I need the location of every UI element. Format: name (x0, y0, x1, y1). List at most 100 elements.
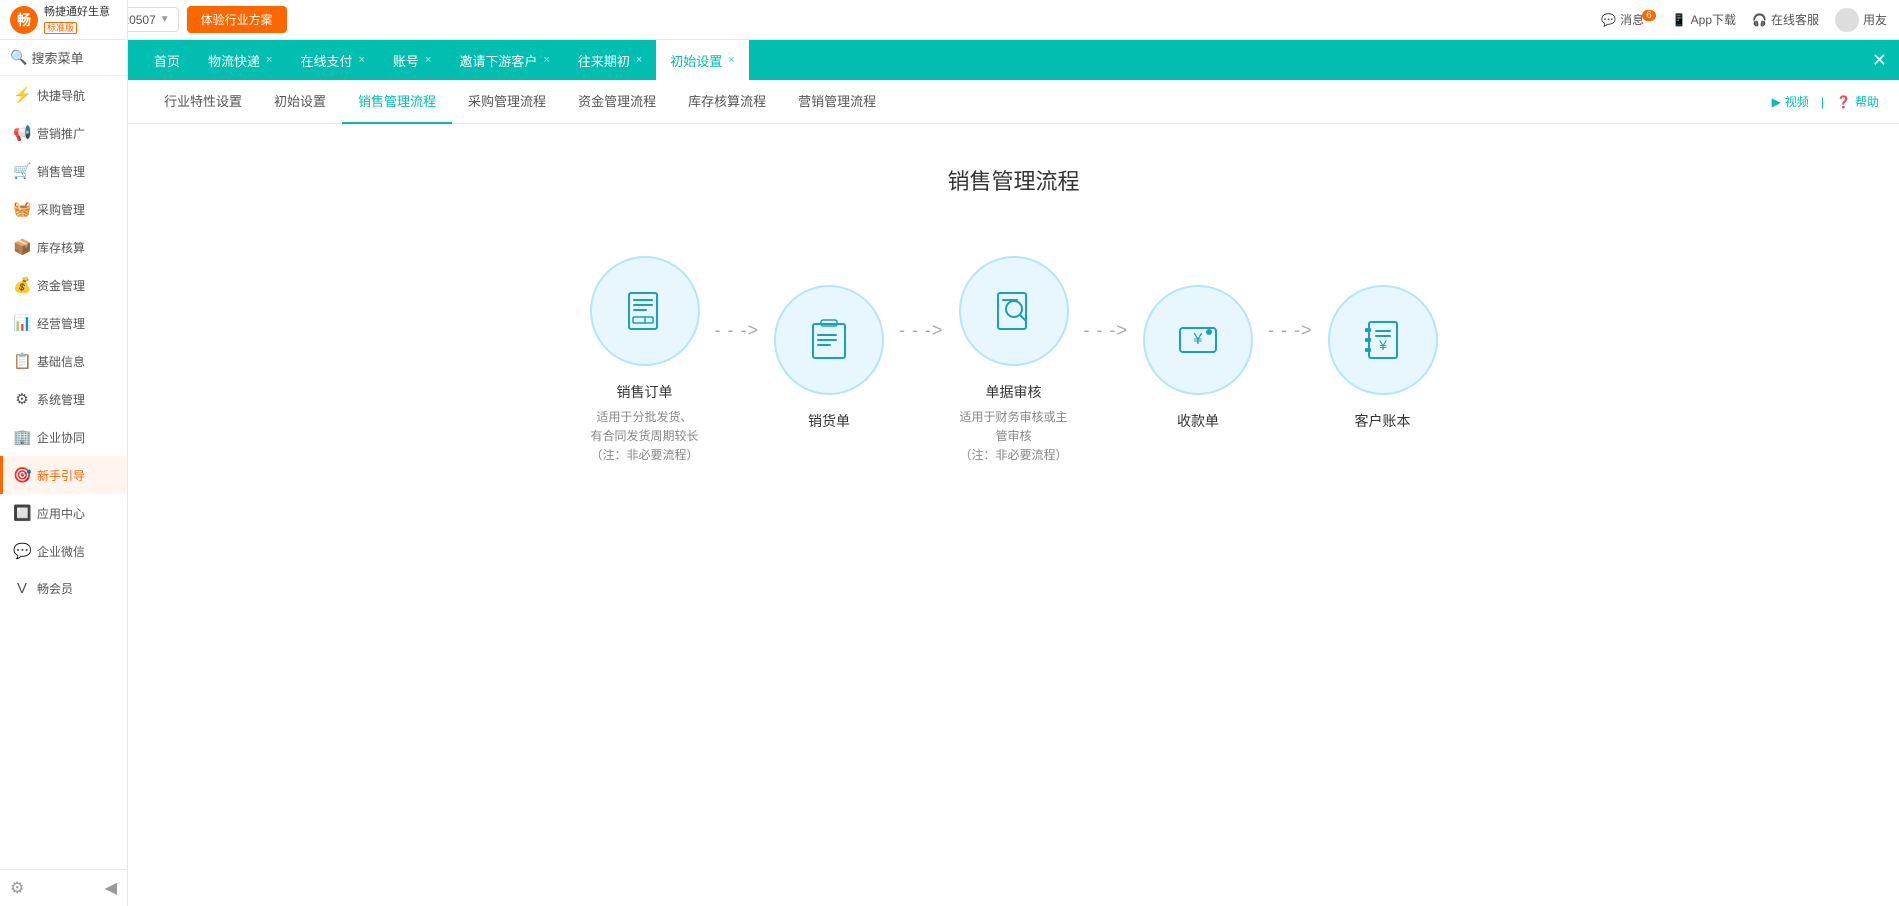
sidebar-label-xitong: 系统管理 (37, 391, 85, 408)
nav-tab-close[interactable]: × (636, 54, 642, 66)
nav-tab-close[interactable]: × (543, 54, 549, 66)
close-all-tabs[interactable]: ✕ (1872, 50, 1887, 71)
app-icon: 📱 (1672, 13, 1687, 27)
service-item[interactable]: 🎧 在线客服 (1752, 11, 1819, 28)
divider: | (1821, 95, 1824, 109)
sidebar-label-weixin: 企业微信 (37, 543, 85, 560)
sidebar-label-huiyuan: 畅会员 (37, 580, 73, 597)
search-icon: 🔍 (10, 49, 27, 66)
app-label: App下载 (1691, 11, 1736, 28)
sidebar-icon-yingxiao: 📢 (13, 124, 31, 142)
message-icon: 💬 (1601, 13, 1616, 27)
help-item[interactable]: ❓ 帮助 (1836, 93, 1879, 110)
sidebar-item-xitong[interactable]: ⚙ 系统管理 (0, 380, 127, 418)
logo-text-block: 畅捷通好生意 标准版 (44, 5, 110, 34)
help-icon: ❓ (1836, 95, 1851, 109)
sidebar-item-yingxiao[interactable]: 📢营销推广 (0, 114, 127, 152)
trial-button[interactable]: 体验行业方案 (187, 6, 287, 33)
sidebar-footer: ⚙ ◀ (0, 869, 127, 906)
sidebar-icon-xinshou: 🎯 (13, 466, 31, 484)
process-circle-4: ¥ (1328, 285, 1438, 395)
nav-tab-往来期初[interactable]: 往来期初 × (564, 40, 656, 80)
sidebar: 畅 畅捷通好生意 标准版 🔍 搜索菜单 ⚡ 快捷导航 📢营销推广🛒销售管理 🧺 采购管理… (0, 0, 128, 906)
process-step-0[interactable]: 销售订单 适用于分批发货、有合同发货周期较长（注：非必要流程） (565, 256, 725, 466)
sidebar-icon-kuaijie: ⚡ (13, 86, 31, 104)
sidebar-item-jichu[interactable]: 📋基础信息 (0, 342, 127, 380)
process-step-1[interactable]: 销货单 (749, 285, 909, 437)
nav-tab-close[interactable]: × (425, 54, 431, 66)
sidebar-label-caigou: 采购管理 (37, 201, 85, 218)
sidebar-item-caigou[interactable]: 🧺 采购管理 (0, 190, 127, 228)
sidebar-item-kuaijie[interactable]: ⚡ 快捷导航 (0, 76, 127, 114)
header-right: 💬 消息 6 📱 App下载 🎧 在线客服 用友 (1601, 8, 1887, 32)
process-circle-3: ¥ (1143, 285, 1253, 395)
nav-tab-close[interactable]: × (358, 54, 364, 66)
nav-tab-首页[interactable]: 首页 (140, 40, 194, 80)
nav-tab-label: 物流快递 (208, 51, 260, 70)
chevron-down-icon: ▼ (160, 14, 170, 25)
sidebar-label-jingying: 经营管理 (37, 315, 85, 332)
sidebar-item-yingyong[interactable]: 🔲应用中心 (0, 494, 127, 532)
user-avatar-item[interactable]: 用友 (1835, 8, 1887, 32)
nav-tab-邀请下游客户[interactable]: 邀请下游客户× (445, 40, 563, 80)
nav-tab-账号[interactable]: 账号× (379, 40, 445, 80)
sidebar-label-kucun: 库存核算 (37, 239, 85, 256)
sub-tab-库存核算流程[interactable]: 库存核算流程 (672, 80, 782, 124)
step-desc-2: 适用于财务审核或主管审核（注：非必要流程） (959, 408, 1067, 466)
nav-tab-close[interactable]: × (266, 54, 272, 66)
user-name: 用友 (1863, 11, 1887, 28)
sidebar-item-zijin[interactable]: 💰资金管理 (0, 266, 127, 304)
sidebar-icon-yingyong: 🔲 (13, 504, 31, 522)
sidebar-item-huiyuan[interactable]: V畅会员 (0, 570, 127, 607)
sub-tab-资金管理流程[interactable]: 资金管理流程 (562, 80, 672, 124)
top-header: 用户690企业1660120507 ▼ 体验行业方案 💬 消息 6 📱 App下… (0, 0, 1899, 40)
search-label: 搜索菜单 (31, 48, 83, 67)
video-item[interactable]: ▶ 视频 (1772, 93, 1809, 110)
sidebar-item-jingying[interactable]: 📊经营管理 (0, 304, 127, 342)
service-label: 在线客服 (1771, 11, 1819, 28)
process-step-2[interactable]: 单据审核 适用于财务审核或主管审核（注：非必要流程） (934, 256, 1094, 466)
nav-tab-物流快递[interactable]: 物流快递 × (194, 40, 286, 80)
headset-icon: 🎧 (1752, 13, 1767, 27)
avatar (1835, 8, 1859, 32)
sidebar-search[interactable]: 🔍 搜索菜单 (0, 40, 127, 76)
app-download-item[interactable]: 📱 App下载 (1672, 11, 1736, 28)
process-step-4[interactable]: ¥ 客户账本 (1303, 285, 1463, 437)
sidebar-label-xinshou: 新手引导 (37, 467, 85, 484)
sidebar-item-kucun[interactable]: 📦库存核算 (0, 228, 127, 266)
nav-tab-初始设置[interactable]: 初始设置 × (656, 40, 748, 80)
nav-tab-label: 往来期初 (578, 51, 630, 70)
sidebar-icon-caigou: 🧺 (13, 200, 31, 218)
process-container: 销售管理流程 销售订单 适用于分批发货、有合同发货周期较长（注：非必要流程） -… (128, 124, 1899, 506)
message-label: 消息 (1620, 11, 1644, 28)
process-step-3[interactable]: ¥ 收款单 (1118, 285, 1278, 437)
step-name-3: 收款单 (1177, 411, 1219, 431)
sidebar-icon-qiye: 🏢 (13, 428, 31, 446)
sub-tab-营销管理流程[interactable]: 营销管理流程 (782, 80, 892, 124)
sidebar-item-xiaoshou[interactable]: 🛒销售管理 (0, 152, 127, 190)
sub-tab-采购管理流程[interactable]: 采购管理流程 (452, 80, 562, 124)
video-icon: ▶ (1772, 95, 1781, 109)
step-name-2: 单据审核 (986, 382, 1042, 402)
sidebar-logo: 畅 畅捷通好生意 标准版 (0, 0, 127, 40)
sidebar-item-weixin[interactable]: 💬企业微信 (0, 532, 127, 570)
step-name-4: 客户账本 (1355, 411, 1411, 431)
sidebar-item-qiye[interactable]: 🏢企业协同 (0, 418, 127, 456)
sidebar-item-xinshou[interactable]: 🎯 新手引导 (0, 456, 127, 494)
logo-icon: 畅 (10, 6, 38, 34)
nav-tab-在线支付[interactable]: 在线支付× (286, 40, 378, 80)
sub-tab-销售管理流程[interactable]: 销售管理流程 (342, 80, 452, 124)
process-flow: 销售订单 适用于分批发货、有合同发货周期较长（注：非必要流程） - - -> 销… (565, 256, 1463, 466)
nav-tab-close[interactable]: × (728, 54, 734, 66)
step-name-0: 销售订单 (617, 382, 673, 402)
logo-badge: 标准版 (44, 22, 77, 34)
sub-tab-初始设置[interactable]: 初始设置 (258, 80, 342, 124)
gear-icon[interactable]: ⚙ (10, 878, 24, 898)
collapse-icon[interactable]: ◀ (105, 878, 117, 898)
sub-tab-行业特性设置[interactable]: 行业特性设置 (148, 80, 258, 124)
sidebar-icon-xitong: ⚙ (13, 390, 31, 408)
help-label: 帮助 (1855, 93, 1879, 110)
message-item[interactable]: 💬 消息 6 (1601, 11, 1656, 28)
nav-tab-label: 初始设置 (670, 51, 722, 70)
sidebar-label-kuaijie: 快捷导航 (37, 87, 85, 104)
